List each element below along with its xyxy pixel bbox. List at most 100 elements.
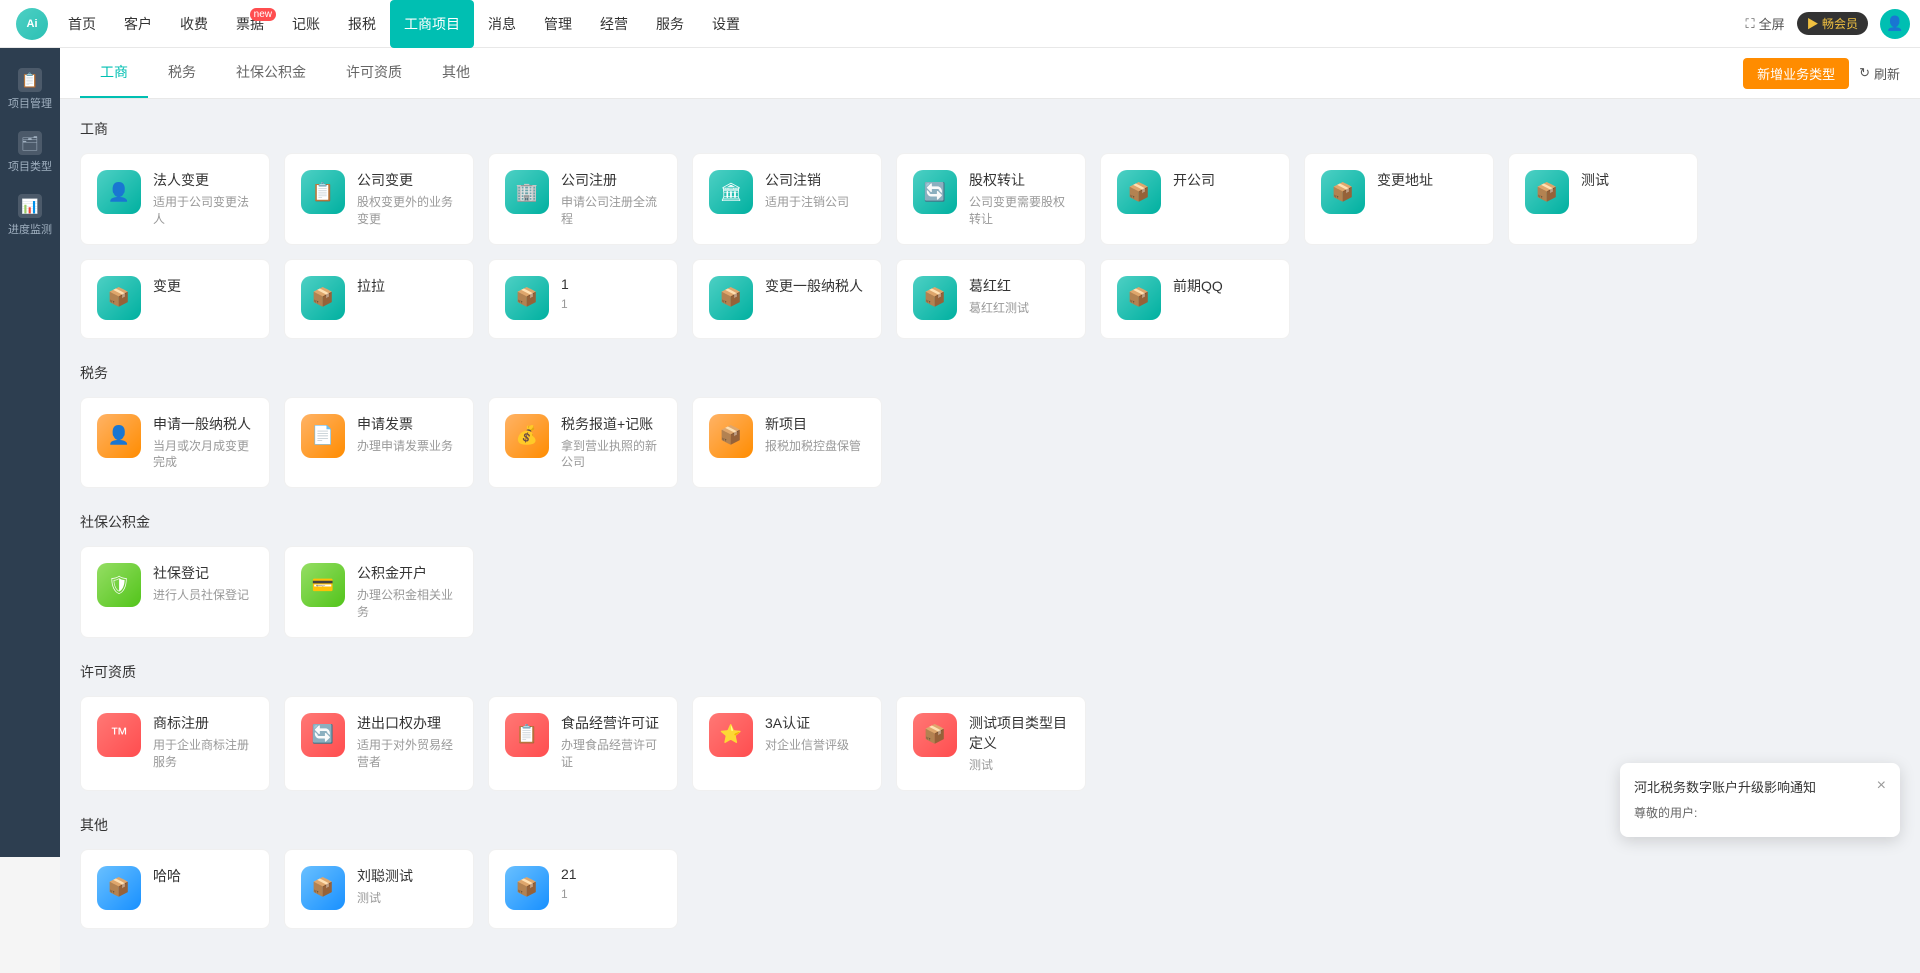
sidebar-item-项目管理[interactable]: 📋项目管理 — [0, 58, 60, 121]
play-icon: ▶ — [1807, 17, 1819, 31]
card-fa-biange[interactable]: 👤法人变更适用于公司变更法人 — [80, 153, 270, 245]
card-shenqing-납세[interactable]: 👤申请一般纳税人当月或次月成变更完成 — [80, 397, 270, 489]
card-biange-dizhi[interactable]: 📦变更地址 — [1304, 153, 1494, 245]
logo[interactable]: Ai — [10, 2, 54, 46]
tab-工商[interactable]: 工商 — [80, 48, 148, 98]
card-icon-haha: 📦 — [97, 866, 141, 910]
card-jinchukou[interactable]: 🔄进出口权办理适用于对外贸易经营者 — [284, 696, 474, 791]
nav-item-票据[interactable]: 票据new — [222, 0, 278, 48]
card-info-gq-zhuanrang: 股权转让公司变更需要股权转让 — [969, 170, 1069, 228]
card-title: 刘聪测试 — [357, 866, 457, 886]
sidebar-item-项目类型[interactable]: 🗂项目类型 — [0, 121, 60, 184]
card-desc: 适用于公司变更法人 — [153, 194, 253, 228]
notification-content: 尊敬的用户: — [1634, 804, 1886, 823]
card-desc: 用于企业商标注册服务 — [153, 737, 253, 771]
cards-grid-税务: 👤申请一般纳税人当月或次月成变更完成📄申请发票办理申请发票业务 💰 税务报道+记账拿… — [80, 397, 1900, 489]
tab-社保公积金[interactable]: 社保公积金 — [216, 48, 326, 98]
nav-item-服务[interactable]: 服务 — [642, 0, 698, 48]
card-info-shenqing-납세: 申请一般纳税人当月或次月成变更完成 — [153, 414, 253, 472]
add-business-type-button[interactable]: 新增业务类型 — [1743, 58, 1849, 89]
card-shebao-dengji[interactable]: 🛡社保登记进行人员社保登记 — [80, 546, 270, 638]
card-title: 税务报道+记账 — [561, 414, 661, 434]
card-info-gs-zhuce: 公司注册申请公司注册全流程 — [561, 170, 661, 228]
card-title: 1 — [561, 276, 661, 292]
card-ceshi-xiangmu[interactable]: 📦测试项目类型目定义测试 — [896, 696, 1086, 791]
card-title: 社保登记 — [153, 563, 253, 583]
nav-item-收费[interactable]: 收费 — [166, 0, 222, 48]
nav-item-管理[interactable]: 管理 — [530, 0, 586, 48]
card-title: 变更一般纳税人 — [765, 276, 865, 296]
card-baodao-jz[interactable]: 💰 税务报道+记账拿到营业执照的新公司 — [488, 397, 678, 489]
tab-许可资质[interactable]: 许可资质 — [326, 48, 422, 98]
avatar[interactable]: 👤 — [1880, 9, 1910, 39]
card-gq-zhuanrang[interactable]: 🔄股权转让公司变更需要股权转让 — [896, 153, 1086, 245]
card-num1[interactable]: 📦11 — [488, 259, 678, 339]
fullscreen-button[interactable]: ⛶ 全屏 — [1746, 14, 1785, 33]
card-ceshi[interactable]: 📦测试 — [1508, 153, 1698, 245]
tab-其他[interactable]: 其他 — [422, 48, 490, 98]
card-info-baodao-jz: 税务报道+记账拿到营业执照的新公司 — [561, 414, 661, 472]
card-liucai-ceshi[interactable]: 📦刘聪测试测试 — [284, 849, 474, 929]
card-lala[interactable]: 📦拉拉 — [284, 259, 474, 339]
card-desc: 适用于注销公司 — [765, 194, 865, 211]
card-qianqi-qq[interactable]: 📦前期QQ — [1100, 259, 1290, 339]
card-num21[interactable]: 📦211 — [488, 849, 678, 929]
card-xin-xiangmu[interactable]: 📦新项目报税加税控盘保管 — [692, 397, 882, 489]
nav-item-经营[interactable]: 经营 — [586, 0, 642, 48]
sidebar-item-进度监测[interactable]: 📊进度监测 — [0, 184, 60, 247]
card-title: 3A认证 — [765, 713, 865, 733]
nav-item-报税[interactable]: 报税 — [334, 0, 390, 48]
card-icon-gjj-kaihu: 💳 — [301, 563, 345, 607]
card-kai-gongsi[interactable]: 📦开公司 — [1100, 153, 1290, 245]
card-gs-zhuxiao[interactable]: 🏛公司注销适用于注销公司 — [692, 153, 882, 245]
card-3a-renzheng[interactable]: ⭐3A认证对企业信誉评级 — [692, 696, 882, 791]
card-title: 测试项目类型目定义 — [969, 713, 1069, 753]
nav-right: ⛶ 全屏 ▶ 畅会员 👤 — [1746, 9, 1911, 39]
card-desc: 测试 — [357, 890, 457, 907]
card-title: 开公司 — [1173, 170, 1273, 190]
card-shangbiao-zhuce[interactable]: ™商标注册用于企业商标注册服务 — [80, 696, 270, 791]
card-ge-honghong[interactable]: 📦葛红红葛红红测试 — [896, 259, 1086, 339]
nav-item-消息[interactable]: 消息 — [474, 0, 530, 48]
card-shenqing-fapiao[interactable]: 📄申请发票办理申请发票业务 — [284, 397, 474, 489]
card-icon-biange-납세: 📦 — [709, 276, 753, 320]
card-info-xin-xiangmu: 新项目报税加税控盘保管 — [765, 414, 865, 455]
section-工商: 工商👤法人变更适用于公司变更法人📋公司变更股权变更外的业务变更🏢公司注册申请公司… — [80, 119, 1900, 339]
notification-popup: 河北税务数字账户升级影响通知 × 尊敬的用户: — [1620, 763, 1900, 837]
nav-item-设置[interactable]: 设置 — [698, 0, 754, 48]
card-gs-biange[interactable]: 📋公司变更股权变更外的业务变更 — [284, 153, 474, 245]
fullscreen-icon: ⛶ — [1746, 16, 1755, 32]
card-title: 法人变更 — [153, 170, 253, 190]
card-info-num1: 11 — [561, 276, 661, 313]
card-gjj-kaihu[interactable]: 💳公积金开户办理公积金相关业务 — [284, 546, 474, 638]
content-area: 工商👤法人变更适用于公司变更法人📋公司变更股权变更外的业务变更🏢公司注册申请公司… — [60, 99, 1920, 973]
tab-税务[interactable]: 税务 — [148, 48, 216, 98]
card-info-ceshi-xiangmu: 测试项目类型目定义测试 — [969, 713, 1069, 774]
notification-header: 河北税务数字账户升级影响通知 × — [1634, 777, 1886, 796]
card-haha[interactable]: 📦哈哈 — [80, 849, 270, 929]
card-icon-shenqing-fapiao: 📄 — [301, 414, 345, 458]
card-icon-baodao-jz: 💰 — [505, 414, 549, 458]
card-title: 变更 — [153, 276, 253, 296]
nav-item-工商项目[interactable]: 工商项目 — [390, 0, 474, 48]
nav-badge: new — [250, 8, 276, 21]
notification-close-button[interactable]: × — [1877, 777, 1886, 795]
card-gs-zhuce[interactable]: 🏢公司注册申请公司注册全流程 — [488, 153, 678, 245]
nav-item-客户[interactable]: 客户 — [110, 0, 166, 48]
card-icon-gs-biange: 📋 — [301, 170, 345, 214]
card-desc: 当月或次月成变更完成 — [153, 438, 253, 472]
card-title: 食品经营许可证 — [561, 713, 661, 733]
section-title: 社保公积金 — [80, 512, 1900, 532]
card-info-ceshi: 测试 — [1581, 170, 1681, 194]
nav-item-首页[interactable]: 首页 — [54, 0, 110, 48]
refresh-button[interactable]: ↻ 刷新 — [1859, 64, 1900, 83]
card-biange-납세[interactable]: 📦 变更一般纳税人 — [692, 259, 882, 339]
card-biange2[interactable]: 📦变更 — [80, 259, 270, 339]
card-title: 公积金开户 — [357, 563, 457, 583]
card-shipin-xuke[interactable]: 📋食品经营许可证办理食品经营许可证 — [488, 696, 678, 791]
vip-button[interactable]: ▶ 畅会员 — [1797, 12, 1868, 35]
card-info-num21: 211 — [561, 866, 661, 903]
card-info-shipin-xuke: 食品经营许可证办理食品经营许可证 — [561, 713, 661, 771]
nav-item-记账[interactable]: 记账 — [278, 0, 334, 48]
cards-grid-社保公积金: 🛡社保登记进行人员社保登记💳公积金开户办理公积金相关业务 — [80, 546, 1900, 638]
